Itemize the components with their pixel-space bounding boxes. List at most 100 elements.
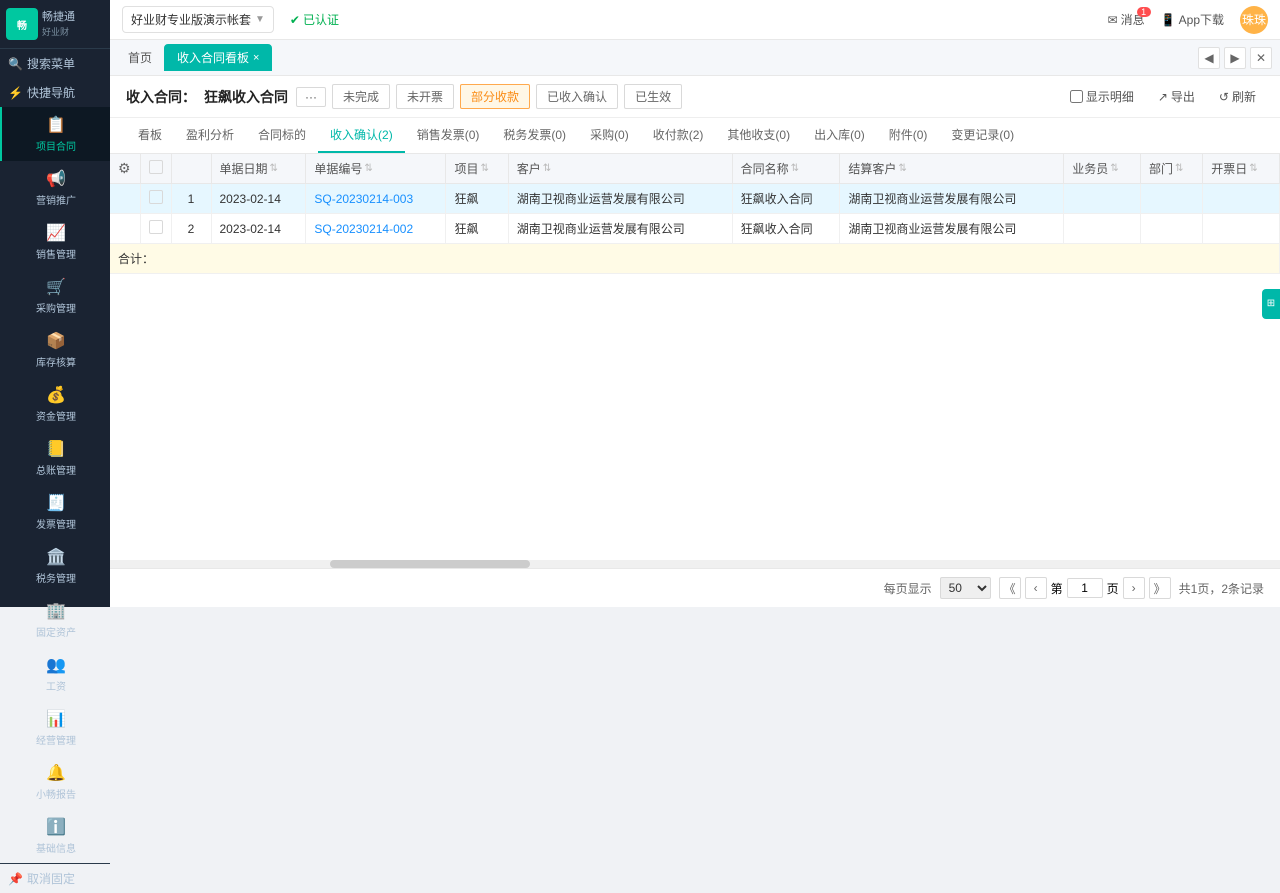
- sidebar-item-fixed-assets[interactable]: 🏢 固定资产: [0, 593, 110, 647]
- tab-next-button[interactable]: ▶: [1224, 47, 1246, 69]
- table-row[interactable]: 1 2023-02-14 SQ-20230214-003 狂飙 湖南卫视商业运营…: [110, 184, 1280, 214]
- tab-kanban[interactable]: 看板: [126, 118, 174, 153]
- tab-attachment[interactable]: 附件(0): [877, 118, 940, 153]
- sidebar-item-tax[interactable]: 🏛️ 税务管理: [0, 539, 110, 593]
- tab-payment[interactable]: 收付款(2): [641, 118, 716, 153]
- th-open-date[interactable]: 开票日⇅: [1203, 154, 1280, 184]
- open-date-sort-icon[interactable]: ⇅: [1249, 163, 1257, 174]
- sidebar-item-purchase[interactable]: 🛒 采购管理: [0, 269, 110, 323]
- th-salesperson[interactable]: 业务员⇅: [1064, 154, 1141, 184]
- sidebar-item-marketing[interactable]: 📢 营销推广: [0, 161, 110, 215]
- tab-contract-subject[interactable]: 合同标的: [246, 118, 318, 153]
- tab-sales-invoice[interactable]: 销售发票(0): [405, 118, 492, 153]
- cancel-pin-button[interactable]: 📌 取消固定: [0, 863, 110, 893]
- scrollbar-thumb[interactable]: [330, 560, 530, 568]
- project-sort-icon[interactable]: ⇅: [480, 163, 488, 174]
- th-checkbox[interactable]: [140, 154, 171, 184]
- row-project-1: 狂飙: [446, 214, 508, 244]
- home-tab[interactable]: 首页: [118, 45, 162, 70]
- row-doc-no-0[interactable]: SQ-20230214-003: [306, 184, 446, 214]
- tab-profit[interactable]: 盈利分析: [174, 118, 246, 153]
- show-detail-checkbox[interactable]: 显示明细: [1062, 85, 1142, 108]
- export-button[interactable]: ↗ 导出: [1150, 85, 1203, 108]
- prev-page-button[interactable]: ‹: [1025, 577, 1047, 599]
- department-sort-icon[interactable]: ⇅: [1175, 163, 1183, 174]
- show-detail-label: 显示明细: [1086, 88, 1134, 105]
- settle-customer-sort-icon[interactable]: ⇅: [898, 163, 906, 174]
- tab-close-button[interactable]: ×: [253, 52, 259, 64]
- th-settings[interactable]: ⚙: [110, 154, 140, 184]
- tab-close-all-button[interactable]: ✕: [1250, 47, 1272, 69]
- pagination: 《 ‹ 第 页 › 》: [999, 577, 1171, 599]
- message-button[interactable]: ✉ 1 消息: [1108, 11, 1145, 28]
- sidebar-item-sales[interactable]: 📈 销售管理: [0, 215, 110, 269]
- company-selector[interactable]: 好业财专业版演示帐套 ▼: [122, 6, 274, 33]
- status-uninvoiced-button[interactable]: 未开票: [396, 84, 454, 109]
- user-avatar[interactable]: 珠珠: [1240, 6, 1268, 34]
- tab-change-log[interactable]: 变更记录(0): [939, 118, 1026, 153]
- sidebar-quick-nav[interactable]: ⚡ 快捷导航: [0, 78, 110, 107]
- th-department[interactable]: 部门⇅: [1141, 154, 1203, 184]
- active-tab[interactable]: 收入合同看板 ×: [164, 44, 272, 71]
- first-page-button[interactable]: 《: [999, 577, 1021, 599]
- tab-revenue-confirm[interactable]: 收入确认(2): [318, 118, 405, 153]
- contract-sort-icon[interactable]: ⇅: [791, 163, 799, 174]
- date-sort-icon[interactable]: ⇅: [270, 163, 278, 174]
- export-icon: ↗: [1158, 90, 1168, 104]
- th-settle-customer[interactable]: 结算客户⇅: [840, 154, 1064, 184]
- settings-icon[interactable]: ⚙: [118, 160, 131, 176]
- th-customer[interactable]: 客户⇅: [508, 154, 732, 184]
- row-doc-no-1[interactable]: SQ-20230214-002: [306, 214, 446, 244]
- tab-prev-button[interactable]: ◀: [1198, 47, 1220, 69]
- row-checkbox-1[interactable]: [140, 214, 171, 244]
- more-button[interactable]: ···: [296, 87, 326, 107]
- sidebar-search[interactable]: 🔍 搜索菜单: [0, 49, 110, 78]
- page-total-info: 共1页，2条记录: [1179, 580, 1264, 597]
- table-row[interactable]: 2 2023-02-14 SQ-20230214-002 狂飙 湖南卫视商业运营…: [110, 214, 1280, 244]
- per-page-select[interactable]: 20 50 100: [940, 577, 991, 599]
- status-partial-button[interactable]: 部分收款: [460, 84, 530, 109]
- th-project[interactable]: 项目⇅: [446, 154, 508, 184]
- sidebar-item-hr[interactable]: 👥 工资: [0, 647, 110, 701]
- row-settle-0: 湖南卫视商业运营发展有限公司: [840, 184, 1064, 214]
- last-page-button[interactable]: 》: [1149, 577, 1171, 599]
- page-label: 第: [1051, 580, 1063, 597]
- refresh-button[interactable]: ↺ 刷新: [1211, 85, 1264, 108]
- tabbar: 首页 收入合同看板 × ◀ ▶ ✕: [110, 40, 1280, 76]
- data-table: ⚙ 单据日期⇅ 单据编号⇅ 项目⇅: [110, 154, 1280, 274]
- status-incomplete-button[interactable]: 未完成: [332, 84, 390, 109]
- sidebar-item-invoice[interactable]: 🧾 发票管理: [0, 485, 110, 539]
- row-settings-1[interactable]: [110, 214, 140, 244]
- th-doc-no[interactable]: 单据编号⇅: [306, 154, 446, 184]
- sidebar-item-project-contract[interactable]: 📋 项目合同: [0, 107, 110, 161]
- page-input[interactable]: [1067, 578, 1103, 598]
- th-contract[interactable]: 合同名称⇅: [732, 154, 840, 184]
- tab-warehouse[interactable]: 出入库(0): [802, 118, 877, 153]
- th-date[interactable]: 单据日期⇅: [211, 154, 306, 184]
- main-content: 好业财专业版演示帐套 ▼ ✔ 已认证 ✉ 1 消息 📱 App下载 珠珠 首页: [110, 0, 1280, 607]
- tab-purchase[interactable]: 采购(0): [578, 118, 641, 153]
- tab-tax-invoice[interactable]: 税务发票(0): [491, 118, 578, 153]
- row-checkbox-0[interactable]: [140, 184, 171, 214]
- app-download-button[interactable]: 📱 App下载: [1161, 11, 1224, 28]
- sidebar-item-inventory[interactable]: 📦 库存核算: [0, 323, 110, 377]
- salesperson-sort-icon[interactable]: ⇅: [1110, 163, 1118, 174]
- sidebar-item-general-ledger[interactable]: 📒 总账管理: [0, 431, 110, 485]
- sidebar-item-basic-info[interactable]: ℹ️ 基础信息: [0, 809, 110, 863]
- next-page-button[interactable]: ›: [1123, 577, 1145, 599]
- show-detail-input[interactable]: [1070, 90, 1083, 103]
- status-confirmed-button[interactable]: 已收入确认: [536, 84, 618, 109]
- sidebar-item-report[interactable]: 🔔 小畅报告: [0, 755, 110, 809]
- sidebar-item-business[interactable]: 📊 经营管理: [0, 701, 110, 755]
- status-active-button[interactable]: 已生效: [624, 84, 682, 109]
- message-badge: 1: [1137, 7, 1151, 17]
- horizontal-scrollbar[interactable]: [110, 560, 1280, 568]
- customer-sort-icon[interactable]: ⇅: [543, 163, 551, 174]
- tab-other-income[interactable]: 其他收支(0): [715, 118, 802, 153]
- right-panel-toggle[interactable]: ⊞: [1262, 289, 1280, 319]
- sidebar-item-finance[interactable]: 💰 资金管理: [0, 377, 110, 431]
- doc-no-sort-icon[interactable]: ⇅: [364, 163, 372, 174]
- select-all-checkbox[interactable]: [149, 160, 163, 174]
- row-settings-0[interactable]: [110, 184, 140, 214]
- refresh-icon: ↺: [1219, 90, 1229, 104]
